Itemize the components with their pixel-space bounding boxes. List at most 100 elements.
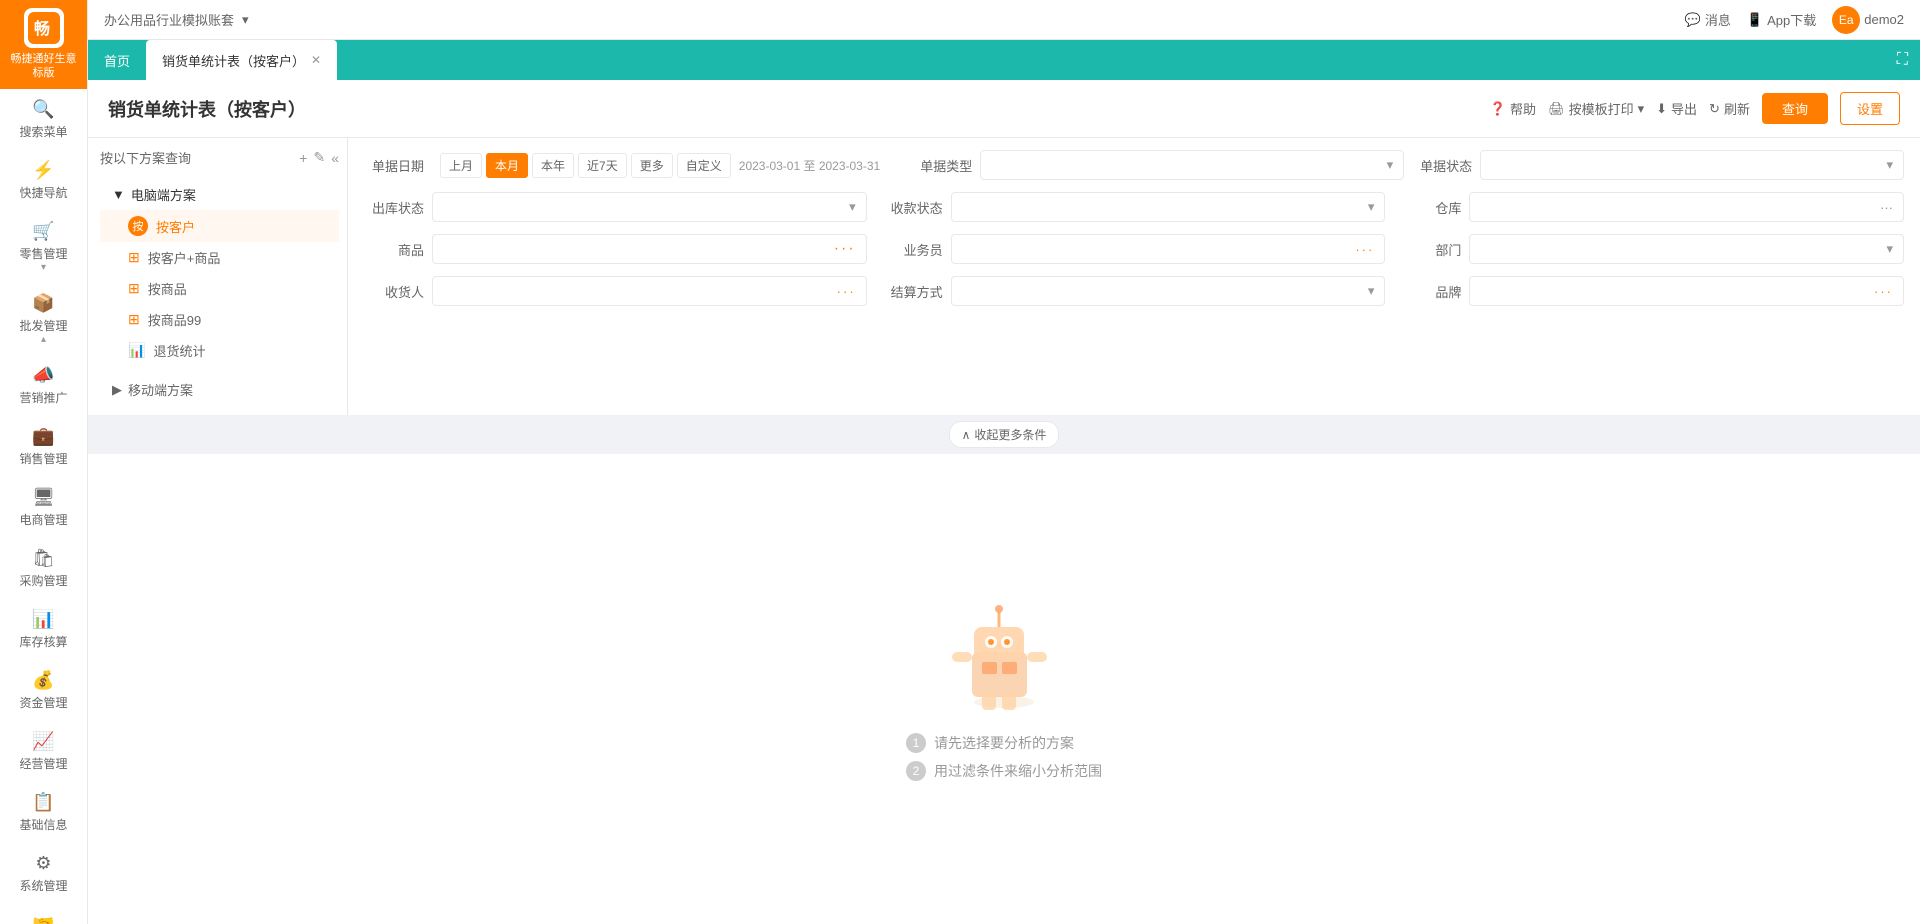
scheme-item-by-customer[interactable]: 按 按客户 [100,210,339,242]
main-wrapper: 办公用品行业模拟账套 ▾ 💬 消息 📱 App下载 Ea demo2 首页 [88,0,1920,924]
date-buttons: 上月 本月 本年 近7天 更多 自定义 2023-03-01 至 2023-03… [440,153,880,178]
sidebar-item-marketing[interactable]: 📣 营销推广 [0,355,87,416]
help-button[interactable]: ❓ 帮助 [1490,99,1536,118]
sidebar-item-retail[interactable]: 🛒 零售管理 ▾ [0,211,87,283]
user-menu[interactable]: Ea demo2 [1832,6,1904,34]
receiver-select[interactable]: ··· [432,276,867,306]
sidebar-item-label: 经营管理 [19,755,67,772]
scheme-group-pc-header[interactable]: ▼ 电脑端方案 [100,179,339,210]
sidebar-item-quicknav[interactable]: ⚡ 快捷导航 [0,150,87,211]
warehouse-select[interactable]: ··· [1469,192,1904,222]
page-actions: ❓ 帮助 🖨 按模板打印 ▾ ⬇ 导出 ↻ 刷新 查询 设置 [1490,92,1900,125]
sidebar-item-basic[interactable]: 📋 基础信息 [0,782,87,843]
sidebar-item-sales[interactable]: 💼 销售管理 [0,416,87,477]
filter-receiver: 收货人 ··· [364,276,867,306]
system-icon: ⚙ [35,853,51,874]
salesperson-label: 业务员 [883,240,943,259]
filter-department: 部门 ▾ [1401,234,1904,264]
grid3-icon: ⊞ [128,311,140,328]
tab-close-icon[interactable]: ✕ [311,53,321,67]
more-button[interactable]: 更多 [631,153,673,178]
filter-order-type: 单据类型 ▾ [920,150,1404,180]
department-select[interactable]: ▾ [1469,234,1904,264]
brand-dots: ··· [1874,284,1893,299]
delivery-select[interactable]: ▾ [432,192,867,222]
logo[interactable]: 畅 畅捷通好生意 标版 [0,0,87,89]
last7-button[interactable]: 近7天 [578,153,627,178]
sidebar-item-inventory[interactable]: 📊 库存核算 [0,599,87,660]
receiver-label: 收货人 [364,282,424,301]
sidebar-item-ecommerce[interactable]: 🖥 电商管理 [0,477,87,538]
sidebar-item-label: 系统管理 [19,877,67,894]
last-month-button[interactable]: 上月 [440,153,482,178]
collapse-icon: ∧ [962,428,971,442]
sidebar-item-label: 营销推广 [19,389,67,406]
export-icon: ⬇ [1656,101,1667,117]
sidebar-item-wholesale[interactable]: 📦 批发管理 ▴ [0,283,87,355]
settings-button[interactable]: 设置 [1840,92,1900,125]
tab-expand-button[interactable]: ⛶ [1885,51,1920,69]
sidebar-item-search[interactable]: 🔍 搜索菜单 [0,89,87,150]
scheme-item-by-product99[interactable]: ⊞ 按商品99 [100,304,339,335]
sidebar-item-purchase[interactable]: 🛍 采购管理 [0,538,87,599]
empty-hints: 1 请先选择要分析的方案 2 用过滤条件来缩小分析范围 [906,733,1102,781]
scheme-item-label: 按客户 [156,217,195,236]
this-year-button[interactable]: 本年 [532,153,574,178]
brand-select[interactable]: ··· [1469,276,1904,306]
scheme-item-by-product[interactable]: ⊞ 按商品 [100,273,339,304]
topbar: 办公用品行业模拟账套 ▾ 💬 消息 📱 App下载 Ea demo2 [88,0,1920,40]
download-button[interactable]: 📱 App下载 [1747,10,1816,29]
add-scheme-button[interactable]: + [299,150,307,166]
date-label: 单据日期 [364,156,424,175]
refresh-button[interactable]: ↻ 刷新 [1709,99,1750,118]
filter-row-delivery: 出库状态 ▾ 收款状态 ▾ 仓库 [364,192,1904,222]
scheme-item-by-customer-product[interactable]: ⊞ 按客户+商品 [100,242,339,273]
sidebar-item-system[interactable]: ⚙ 系统管理 [0,843,87,904]
message-button[interactable]: 💬 消息 [1685,10,1731,29]
collapse-button[interactable]: ∧ 收起更多条件 [949,421,1060,448]
chevron-right-icon: ▶ [112,382,122,398]
sidebar-item-label: 搜索菜单 [19,123,67,140]
query-button[interactable]: 查询 [1762,93,1828,124]
order-type-select[interactable]: ▾ [980,150,1404,180]
grid-icon: ⊞ [128,249,140,266]
hint-num-2: 2 [906,761,926,781]
tab-report[interactable]: 销货单统计表（按客户） ✕ [146,40,337,80]
payment-select[interactable]: ▾ [951,192,1386,222]
product-select[interactable]: ··· [432,234,867,264]
sidebar-item-finance[interactable]: 💰 资金管理 [0,660,87,721]
sidebar-item-label: 销售管理 [19,450,67,467]
sidebar-item-operations[interactable]: 📈 经营管理 [0,721,87,782]
scheme-item-return-stats[interactable]: 📊 退货统计 [100,335,339,366]
print-button[interactable]: 🖨 按模板打印 ▾ [1548,99,1644,118]
delivery-label: 出库状态 [364,198,424,217]
brand-label: 品牌 [1401,282,1461,301]
custom-button[interactable]: 自定义 [677,153,731,178]
this-month-button[interactable]: 本月 [486,153,528,178]
collapse-scheme-button[interactable]: « [331,150,339,166]
sidebar-item-enterprise[interactable]: 🤝 企业协同 [0,904,87,924]
edit-scheme-button[interactable]: ✎ [313,149,325,166]
finance-icon: 💰 [32,670,54,691]
order-status-select[interactable]: ▾ [1480,150,1904,180]
salesperson-select[interactable]: ··· [951,234,1386,264]
warehouse-dots: ··· [1880,200,1893,215]
settlement-select[interactable]: ▾ [951,276,1386,306]
logo-icon: 畅 [24,8,64,48]
empty-illustration [944,597,1064,717]
payment-label: 收款状态 [883,198,943,217]
filter-order-status: 单据状态 ▾ [1420,150,1904,180]
company-dropdown[interactable]: ▾ [242,12,249,28]
tab-home[interactable]: 首页 [88,40,146,80]
customer-icon: 按 [128,216,148,236]
message-label: 消息 [1705,10,1731,29]
salesperson-dots: ··· [1355,242,1374,257]
sidebar-item-label: 基础信息 [19,816,67,833]
svg-text:畅: 畅 [34,19,50,38]
product-label: 商品 [364,240,424,259]
order-status-label: 单据状态 [1420,156,1472,175]
filter-warehouse: 仓库 ··· [1401,192,1904,222]
page-title: 销货单统计表（按客户） [108,96,306,122]
export-button[interactable]: ⬇ 导出 [1656,99,1697,118]
scheme-group-mobile[interactable]: ▶ 移动端方案 [100,374,339,405]
